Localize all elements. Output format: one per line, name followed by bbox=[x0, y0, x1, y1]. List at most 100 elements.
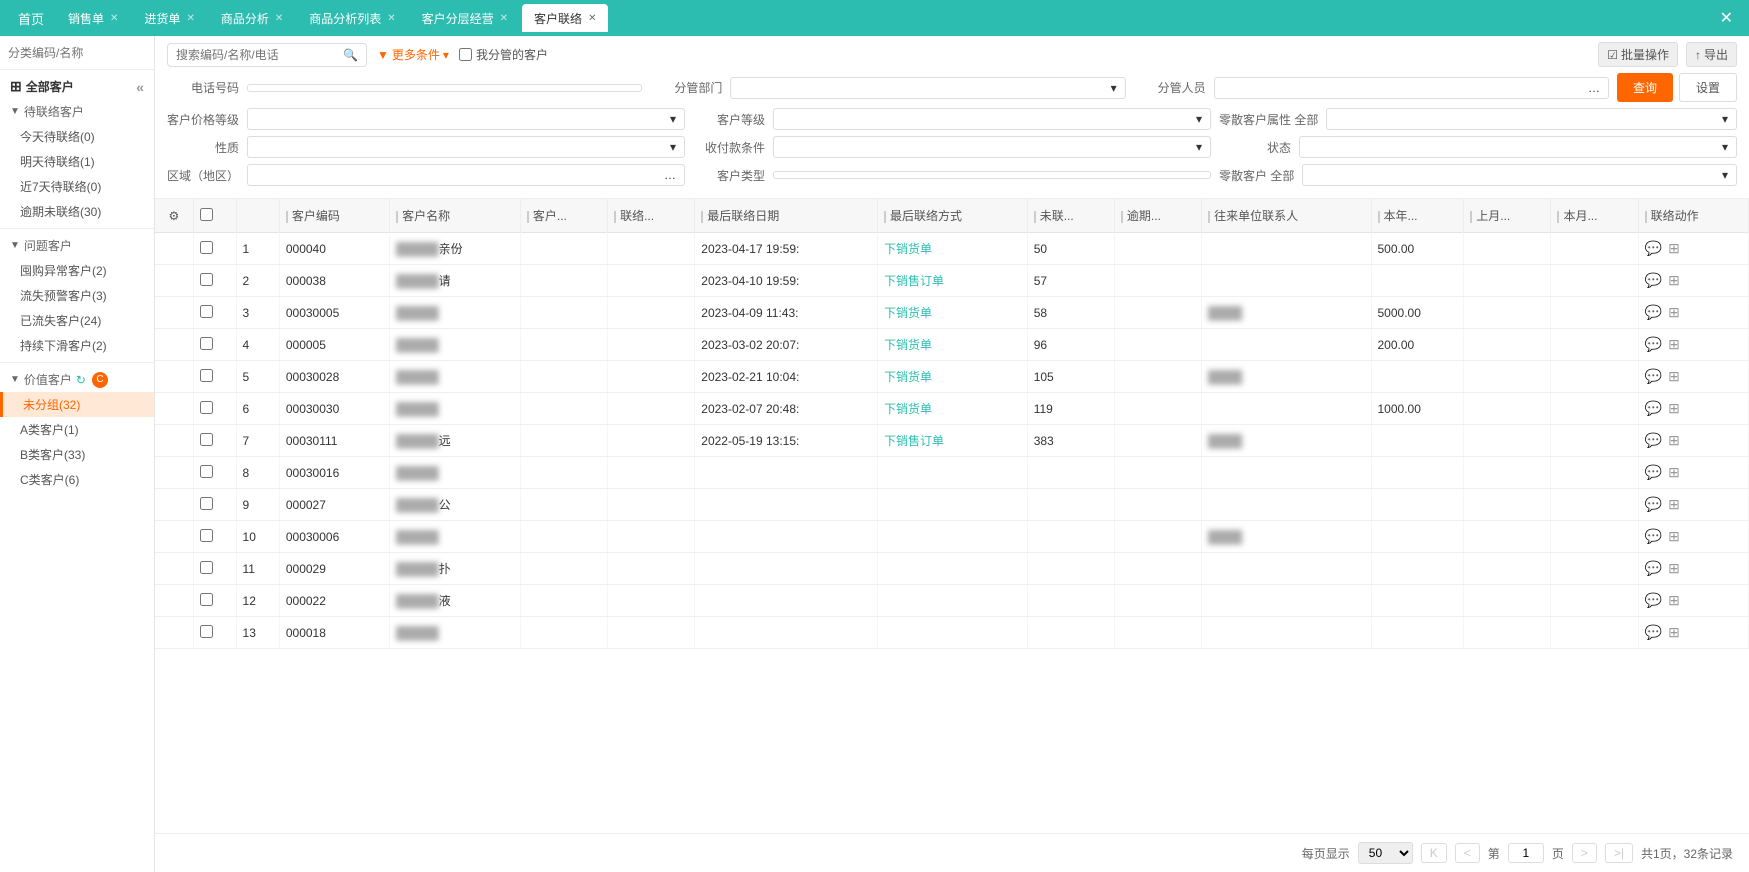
filter-dept-select[interactable]: ▾ bbox=[730, 77, 1125, 99]
sidebar-item-abnormal-hoard[interactable]: 囤购异常客户(2) bbox=[0, 258, 154, 283]
filter-payment-select[interactable]: ▾ bbox=[773, 136, 1211, 158]
row-checkbox[interactable] bbox=[200, 529, 213, 542]
tab-home[interactable]: 首页 bbox=[8, 9, 54, 28]
sidebar-collapse-btn[interactable]: « bbox=[136, 79, 144, 95]
th-type[interactable]: 客户... bbox=[520, 199, 607, 233]
filter-status-select[interactable]: ▾ bbox=[1299, 136, 1737, 158]
chat-icon[interactable]: 💬 bbox=[1645, 624, 1662, 641]
refresh-icon[interactable]: ↻ bbox=[76, 373, 86, 387]
filter-customer-type-select[interactable] bbox=[773, 171, 1211, 179]
th-last-month[interactable]: 上月... bbox=[1464, 199, 1551, 233]
sidebar-item-overdue-pending[interactable]: 逾期未联络(30) bbox=[0, 199, 154, 224]
tab-close-customer-segment[interactable]: ✕ bbox=[500, 13, 508, 24]
my-customers-checkbox-label[interactable]: 我分管的客户 bbox=[459, 46, 548, 63]
reset-button[interactable]: 设置 bbox=[1679, 73, 1737, 102]
chat-icon[interactable]: 💬 bbox=[1645, 464, 1662, 481]
th-this-year[interactable]: 本年... bbox=[1371, 199, 1464, 233]
filter-area-select[interactable]: … bbox=[247, 164, 685, 186]
contact-method-link[interactable]: 下销货单 bbox=[884, 306, 932, 320]
grid-action-icon[interactable]: ⊞ bbox=[1668, 240, 1680, 257]
grid-action-icon[interactable]: ⊞ bbox=[1668, 528, 1680, 545]
grid-action-icon[interactable]: ⊞ bbox=[1668, 624, 1680, 641]
batch-operations-btn[interactable]: ☑ 批量操作 bbox=[1598, 42, 1678, 67]
sidebar-search-input[interactable] bbox=[8, 46, 155, 60]
chat-icon[interactable]: 💬 bbox=[1645, 432, 1662, 449]
th-no-contact-days[interactable]: 未联... bbox=[1027, 199, 1114, 233]
filter-retail-customer-select[interactable]: ▾ bbox=[1302, 164, 1737, 186]
sidebar-item-churned[interactable]: 已流失客户(24) bbox=[0, 308, 154, 333]
sidebar-item-ungraded[interactable]: 未分组(32) bbox=[0, 392, 154, 417]
filter-search-icon[interactable]: 🔍 bbox=[343, 48, 358, 62]
row-checkbox[interactable] bbox=[200, 433, 213, 446]
filter-price-level-select[interactable]: ▾ bbox=[247, 108, 685, 130]
chat-icon[interactable]: 💬 bbox=[1645, 336, 1662, 353]
th-contact[interactable]: 联络... bbox=[608, 199, 695, 233]
chat-icon[interactable]: 💬 bbox=[1645, 272, 1662, 289]
sidebar-item-churn-warning[interactable]: 流失预警客户(3) bbox=[0, 283, 154, 308]
filter-search-input[interactable] bbox=[176, 48, 339, 62]
tab-close-purchase[interactable]: ✕ bbox=[186, 13, 194, 24]
chat-icon[interactable]: 💬 bbox=[1645, 400, 1662, 417]
tab-close-customer-contact[interactable]: ✕ bbox=[588, 13, 596, 24]
tab-close-product-list[interactable]: ✕ bbox=[387, 13, 395, 24]
query-button[interactable]: 查询 bbox=[1617, 73, 1673, 102]
first-page-btn[interactable]: K bbox=[1421, 843, 1447, 863]
grid-action-icon[interactable]: ⊞ bbox=[1668, 400, 1680, 417]
chat-icon[interactable]: 💬 bbox=[1645, 560, 1662, 577]
tab-product-analysis[interactable]: 商品分析 ✕ bbox=[209, 4, 295, 32]
contact-method-link[interactable]: 下销售订单 bbox=[884, 434, 944, 448]
sidebar-item-7day-pending[interactable]: 近7天待联络(0) bbox=[0, 174, 154, 199]
grid-action-icon[interactable]: ⊞ bbox=[1668, 336, 1680, 353]
filter-more-conditions-btn[interactable]: ▼ 更多条件 ▾ bbox=[377, 46, 449, 63]
contact-method-link[interactable]: 下销货单 bbox=[884, 338, 932, 352]
grid-action-icon[interactable]: ⊞ bbox=[1668, 464, 1680, 481]
th-unit-contact[interactable]: 往来单位联系人 bbox=[1202, 199, 1371, 233]
sidebar-item-b-class[interactable]: B类客户(33) bbox=[0, 442, 154, 467]
filter-manager-select[interactable]: … bbox=[1214, 77, 1609, 99]
chat-icon[interactable]: 💬 bbox=[1645, 528, 1662, 545]
th-last-contact-method[interactable]: 最后联络方式 bbox=[877, 199, 1027, 233]
contact-method-link[interactable]: 下销售订单 bbox=[884, 274, 944, 288]
grid-action-icon[interactable]: ⊞ bbox=[1668, 272, 1680, 289]
prev-page-btn[interactable]: < bbox=[1455, 843, 1480, 863]
select-all-checkbox[interactable] bbox=[200, 208, 213, 221]
contact-method-link[interactable]: 下销货单 bbox=[884, 402, 932, 416]
per-page-select[interactable]: 50 100 200 bbox=[1358, 842, 1413, 864]
filter-customer-level-select[interactable]: ▾ bbox=[773, 108, 1211, 130]
sidebar-item-declining[interactable]: 持续下滑客户(2) bbox=[0, 333, 154, 358]
tab-close-product-analysis[interactable]: ✕ bbox=[275, 13, 283, 24]
th-last-contact-date[interactable]: 最后联络日期 bbox=[695, 199, 878, 233]
grid-action-icon[interactable]: ⊞ bbox=[1668, 496, 1680, 513]
tab-close-sales[interactable]: ✕ bbox=[110, 13, 118, 24]
sidebar-item-c-class[interactable]: C类客户(6) bbox=[0, 467, 154, 492]
grid-action-icon[interactable]: ⊞ bbox=[1668, 592, 1680, 609]
tab-product-analysis-list[interactable]: 商品分析列表 ✕ bbox=[297, 4, 407, 32]
filter-retail-attr-select[interactable]: ▾ bbox=[1326, 108, 1737, 130]
sidebar-item-a-class[interactable]: A类客户(1) bbox=[0, 417, 154, 442]
tab-customer-segment[interactable]: 客户分层经营 ✕ bbox=[410, 4, 520, 32]
row-checkbox[interactable] bbox=[200, 369, 213, 382]
row-checkbox[interactable] bbox=[200, 241, 213, 254]
row-checkbox[interactable] bbox=[200, 593, 213, 606]
export-btn[interactable]: ↑ 导出 bbox=[1686, 42, 1737, 67]
row-checkbox[interactable] bbox=[200, 625, 213, 638]
sidebar-item-today-pending[interactable]: 今天待联络(0) bbox=[0, 124, 154, 149]
grid-action-icon[interactable]: ⊞ bbox=[1668, 560, 1680, 577]
tab-sales-order[interactable]: 销售单 ✕ bbox=[56, 4, 130, 32]
my-customers-checkbox[interactable] bbox=[459, 48, 472, 61]
row-checkbox[interactable] bbox=[200, 401, 213, 414]
chat-icon[interactable]: 💬 bbox=[1645, 304, 1662, 321]
chat-icon[interactable]: 💬 bbox=[1645, 368, 1662, 385]
th-code[interactable]: 客户编码 bbox=[279, 199, 389, 233]
chat-icon[interactable]: 💬 bbox=[1645, 592, 1662, 609]
contact-method-link[interactable]: 下销货单 bbox=[884, 370, 932, 384]
tab-purchase-order[interactable]: 进货单 ✕ bbox=[132, 4, 206, 32]
tab-bar-close-all[interactable]: ✕ bbox=[1712, 8, 1741, 28]
filter-nature-select[interactable]: ▾ bbox=[247, 136, 685, 158]
grid-action-icon[interactable]: ⊞ bbox=[1668, 304, 1680, 321]
sidebar-item-tomorrow-pending[interactable]: 明天待联络(1) bbox=[0, 149, 154, 174]
row-checkbox[interactable] bbox=[200, 497, 213, 510]
th-name[interactable]: 客户名称 bbox=[390, 199, 521, 233]
contact-method-link[interactable]: 下销货单 bbox=[884, 242, 932, 256]
filter-phone-input[interactable] bbox=[247, 84, 642, 92]
